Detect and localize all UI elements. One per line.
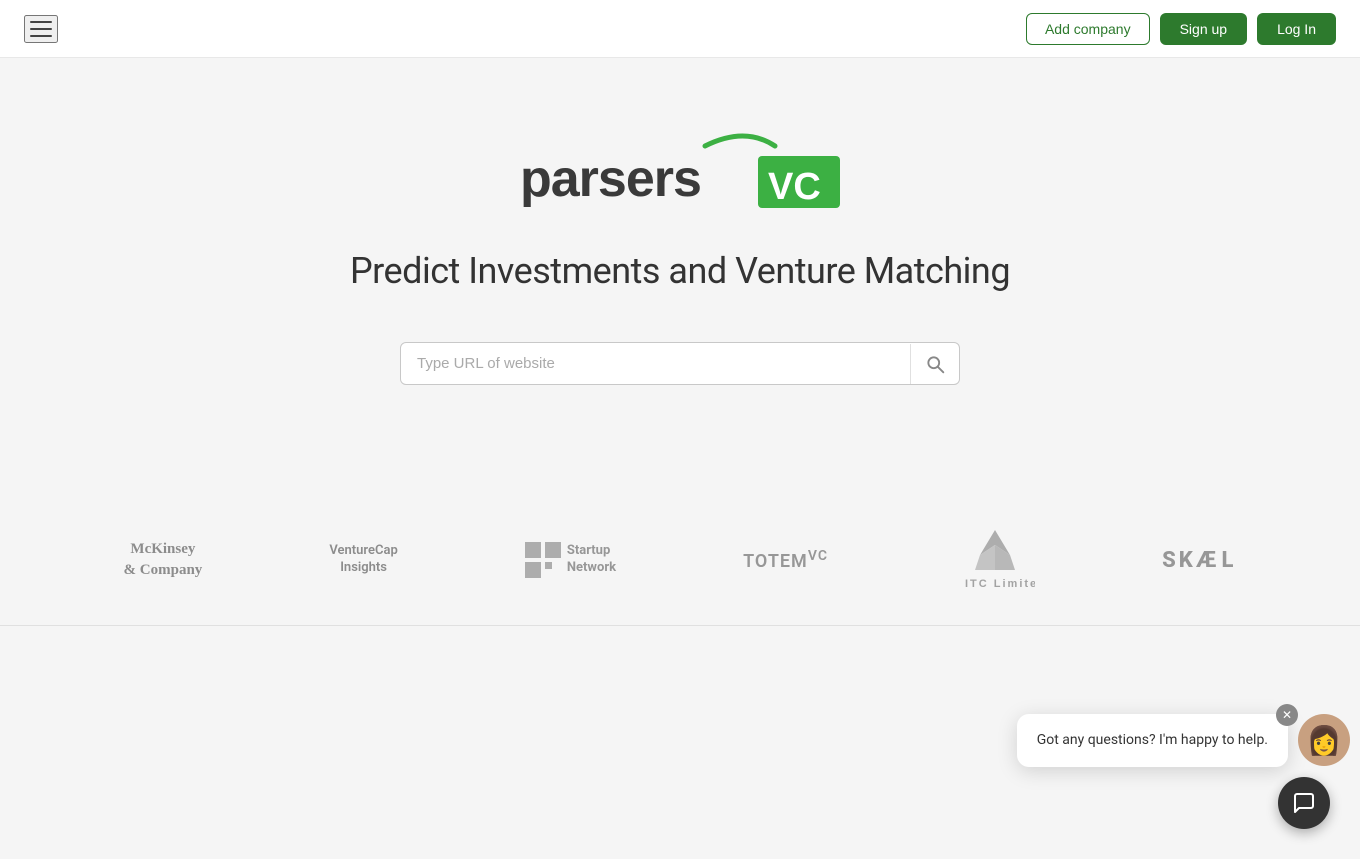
search-bar (400, 342, 960, 385)
hero-section: parsers VC Predict Investments and Ventu… (0, 58, 1360, 505)
totem-vc-logo: TOTEMVC (743, 548, 828, 572)
login-button[interactable]: Log In (1257, 13, 1336, 45)
avatar-emoji: 👩 (1307, 724, 1342, 757)
chat-message-bubble: ✕ Got any questions? I'm happy to help. (1017, 714, 1288, 767)
partner-logos-bar: McKinsey& Company VentureCapInsights Sta… (0, 505, 1360, 626)
chat-toggle-button[interactable] (1278, 777, 1330, 829)
header: Add company Sign up Log In (0, 0, 1360, 58)
brand-logo: parsers VC (510, 128, 850, 222)
search-button[interactable] (910, 344, 959, 384)
search-input[interactable] (401, 343, 910, 384)
startup-network-container: StartupNetwork (525, 542, 616, 578)
add-company-button[interactable]: Add company (1026, 13, 1150, 45)
hamburger-menu-button[interactable] (24, 15, 58, 43)
chat-widget: ✕ Got any questions? I'm happy to help. … (1017, 714, 1330, 829)
search-icon (925, 354, 945, 374)
mckinsey-text: McKinsey& Company (124, 539, 203, 581)
startup-network-icon (525, 542, 561, 578)
venturecap-text: VentureCapInsights (329, 543, 397, 577)
hamburger-line-1 (30, 21, 52, 23)
parsers-vc-logo: parsers VC (510, 128, 850, 218)
header-actions: Add company Sign up Log In (1026, 13, 1336, 45)
svg-text:parsers: parsers (520, 150, 701, 208)
chat-close-button[interactable]: ✕ (1276, 704, 1298, 726)
itc-icon: ITC Limited (955, 525, 1035, 595)
chat-message-text: Got any questions? I'm happy to help. (1037, 732, 1268, 748)
signup-button[interactable]: Sign up (1160, 13, 1247, 45)
startup-network-logo: StartupNetwork (525, 542, 616, 578)
chat-toggle-icon (1292, 791, 1316, 815)
chat-avatar: 👩 (1298, 714, 1350, 766)
svg-text:ITC Limited: ITC Limited (965, 578, 1035, 590)
itc-logo: ITC Limited (955, 525, 1035, 595)
chat-bubble-container: ✕ Got any questions? I'm happy to help. … (1017, 714, 1330, 767)
venturecap-logo: VentureCapInsights (329, 543, 397, 577)
hamburger-line-2 (30, 28, 52, 30)
skael-logo: SKÆL (1162, 548, 1236, 573)
startup-network-text: StartupNetwork (567, 543, 616, 577)
hero-tagline: Predict Investments and Venture Matching (350, 250, 1010, 292)
svg-text:VC: VC (768, 166, 821, 208)
totem-vc-text: TOTEMVC (743, 548, 828, 572)
skael-text: SKÆL (1162, 548, 1236, 573)
mckinsey-logo: McKinsey& Company (124, 539, 203, 581)
hamburger-line-3 (30, 35, 52, 37)
